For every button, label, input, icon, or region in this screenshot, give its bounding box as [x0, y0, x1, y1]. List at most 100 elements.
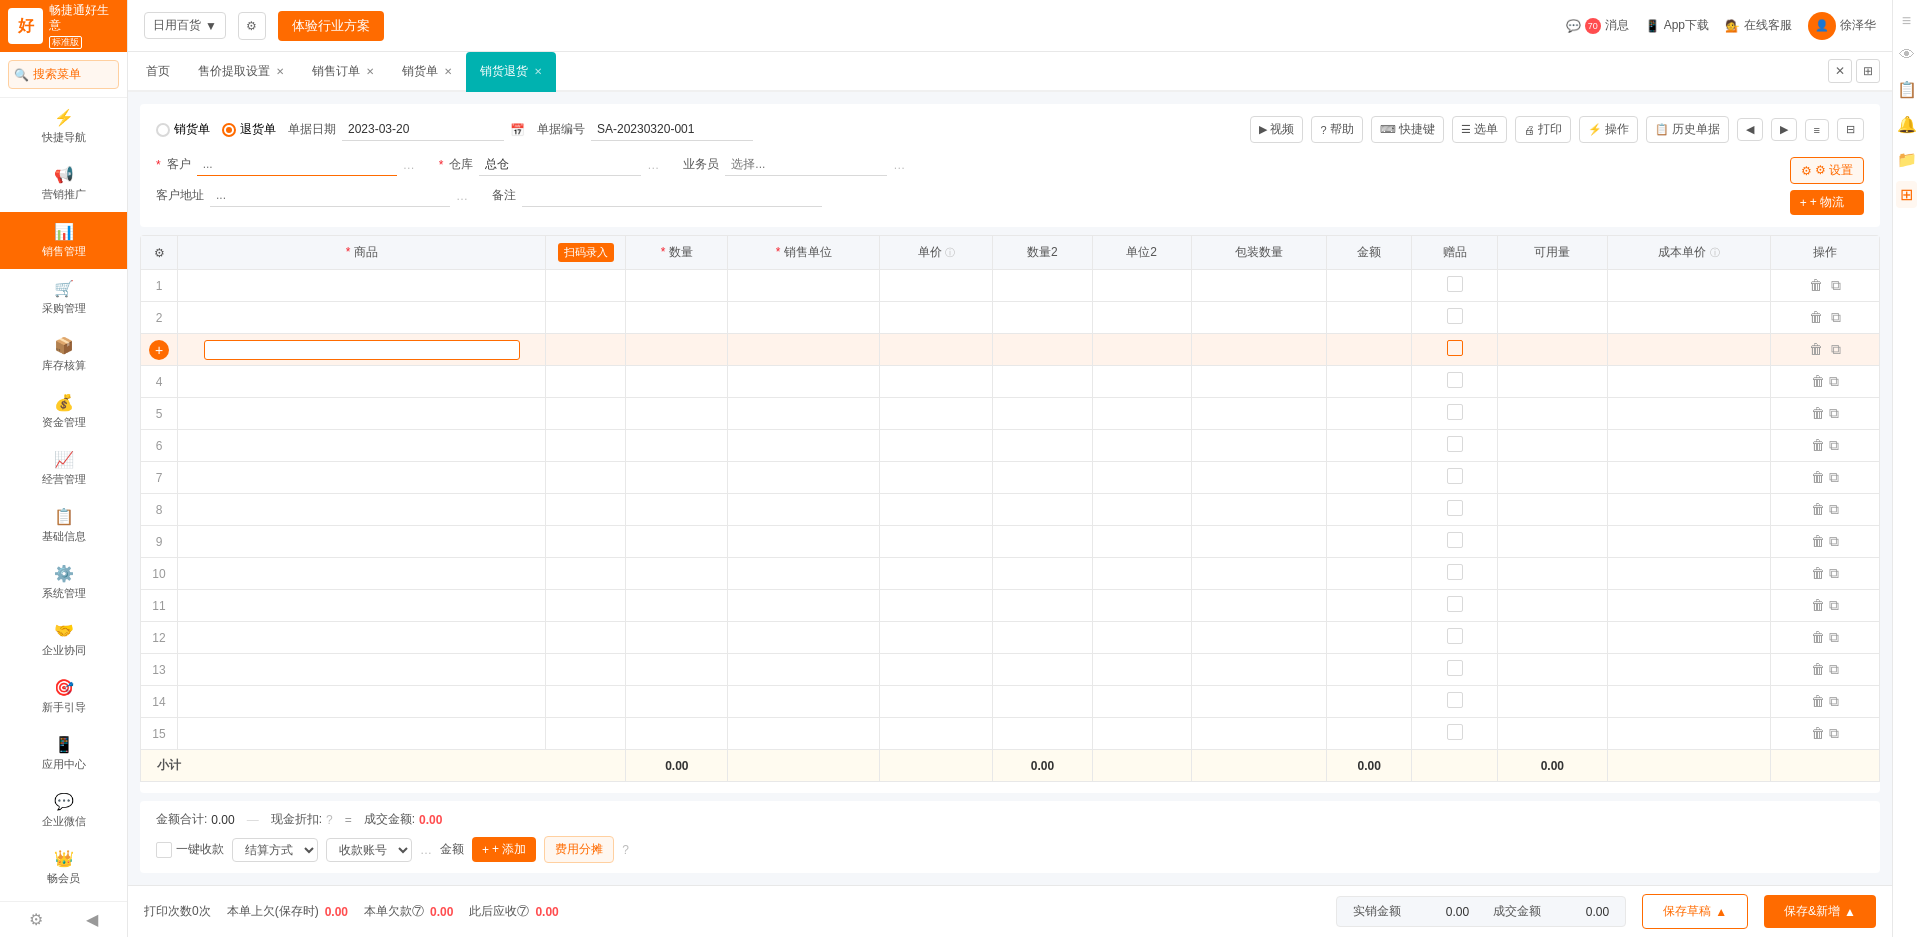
- delete-row-button[interactable]: 🗑: [1807, 339, 1825, 359]
- tab-close-icon[interactable]: ✕: [276, 66, 284, 77]
- tab-close-icon[interactable]: ✕: [444, 66, 452, 77]
- sidebar-item-guide[interactable]: 🎯 新手引导: [0, 668, 127, 725]
- fee-help-icon[interactable]: ?: [622, 843, 629, 857]
- gift-checkbox[interactable]: [1447, 660, 1463, 676]
- sidebar-settings-icon[interactable]: ⚙: [29, 910, 43, 929]
- customer-select-icon[interactable]: …: [403, 158, 415, 172]
- right-icon-3[interactable]: 📋: [1893, 76, 1921, 103]
- logistics-action-button[interactable]: + + 物流: [1790, 190, 1864, 215]
- delete-row-button[interactable]: 🗑: [1807, 307, 1825, 327]
- gift-checkbox[interactable]: [1447, 436, 1463, 452]
- tab-sale-out[interactable]: 销货单 ✕: [388, 52, 466, 92]
- tab-close-icon[interactable]: ✕: [534, 66, 542, 77]
- copy-row-button[interactable]: ⧉: [1827, 467, 1841, 488]
- search-menu-button[interactable]: 🔍 搜索菜单: [8, 60, 119, 89]
- message-button[interactable]: 💬 70 消息: [1566, 17, 1629, 34]
- shortcut-button[interactable]: ⌨ 快捷键: [1371, 116, 1444, 143]
- breadcrumb-dropdown[interactable]: 日用百货 ▼: [144, 12, 226, 39]
- gift-checkbox[interactable]: [1447, 404, 1463, 420]
- radio-return[interactable]: 退货单: [222, 121, 276, 138]
- operate-button[interactable]: ⚡ 操作: [1579, 116, 1638, 143]
- app-download-button[interactable]: 📱 App下载: [1645, 17, 1709, 34]
- fee-split-button[interactable]: 费用分摊: [544, 836, 614, 863]
- save-draft-button[interactable]: 保存草稿 ▲: [1642, 894, 1748, 929]
- col-scan[interactable]: 扫码录入: [546, 236, 626, 270]
- one-key-payment-checkbox[interactable]: 一键收款: [156, 841, 224, 858]
- warehouse-input[interactable]: [479, 153, 641, 176]
- sidebar-item-member[interactable]: 👑 畅会员: [0, 839, 127, 896]
- right-icon-4[interactable]: 🔔: [1893, 111, 1921, 138]
- gift-checkbox[interactable]: [1447, 308, 1463, 324]
- sidebar-item-finance[interactable]: 💰 资金管理: [0, 383, 127, 440]
- tab-layout-button[interactable]: ⊞: [1856, 59, 1880, 83]
- gift-checkbox[interactable]: [1447, 596, 1463, 612]
- code-input[interactable]: [591, 118, 753, 141]
- unit-cell[interactable]: [728, 270, 880, 302]
- gift-checkbox-active[interactable]: [1447, 340, 1463, 356]
- address-select-icon[interactable]: …: [456, 189, 468, 203]
- tab-sale-order[interactable]: 销售订单 ✕: [298, 52, 388, 92]
- scan-input-button[interactable]: 扫码录入: [558, 243, 614, 262]
- col-settings[interactable]: ⚙: [141, 236, 178, 270]
- goods-cell[interactable]: [178, 270, 546, 302]
- sidebar-item-enterprise[interactable]: 🤝 企业协同: [0, 611, 127, 668]
- gift-checkbox[interactable]: [1447, 276, 1463, 292]
- address-input[interactable]: [210, 184, 450, 207]
- gift-checkbox[interactable]: [1447, 468, 1463, 484]
- sidebar-item-wechat[interactable]: 💬 企业微信: [0, 782, 127, 839]
- delete-row-button[interactable]: 🗑: [1809, 627, 1827, 647]
- sidebar-item-basic[interactable]: 📋 基础信息: [0, 497, 127, 554]
- account-select[interactable]: 收款账号: [326, 838, 412, 862]
- customer-input[interactable]: [197, 153, 397, 176]
- delete-row-button[interactable]: 🗑: [1809, 531, 1827, 551]
- print-button[interactable]: 🖨 打印: [1515, 116, 1571, 143]
- delete-row-button[interactable]: 🗑: [1809, 435, 1827, 455]
- gift-checkbox[interactable]: [1447, 532, 1463, 548]
- history-button[interactable]: 📋 历史单据: [1646, 116, 1729, 143]
- sidebar-item-purchase[interactable]: 🛒 采购管理: [0, 269, 127, 326]
- copy-row-button[interactable]: ⧉: [1827, 499, 1841, 520]
- video-button[interactable]: ▶ 视频: [1250, 116, 1303, 143]
- nav-prev-button[interactable]: ◀: [1737, 118, 1763, 141]
- nav-next-button[interactable]: ▶: [1771, 118, 1797, 141]
- sidebar-item-business[interactable]: 📈 经营管理: [0, 440, 127, 497]
- sidebar-item-appstore[interactable]: 📱 应用中心: [0, 725, 127, 782]
- right-icon-1[interactable]: ≡: [1898, 8, 1915, 34]
- calendar-icon[interactable]: 📅: [510, 123, 525, 137]
- view-list-button[interactable]: ≡: [1805, 119, 1829, 141]
- right-icon-2[interactable]: 👁: [1895, 42, 1919, 68]
- sidebar-item-marketing[interactable]: 📢 营销推广: [0, 155, 127, 212]
- gift-checkbox[interactable]: [1447, 372, 1463, 388]
- note-input[interactable]: [522, 184, 822, 207]
- copy-row-button[interactable]: ⧉: [1827, 435, 1841, 456]
- save-new-button[interactable]: 保存&新增 ▲: [1764, 895, 1876, 928]
- sidebar-collapse-icon[interactable]: ◀: [86, 910, 98, 929]
- delete-row-button[interactable]: 🗑: [1807, 275, 1825, 295]
- settings-action-button[interactable]: ⚙ ⚙ 设置: [1790, 157, 1864, 184]
- delete-row-button[interactable]: 🗑: [1809, 595, 1827, 615]
- delete-row-button[interactable]: 🗑: [1809, 403, 1827, 423]
- add-row-bottom-button[interactable]: + + 添加: [472, 837, 536, 862]
- staff-input[interactable]: [725, 153, 887, 176]
- sidebar-item-sales[interactable]: 📊 销售管理: [0, 212, 127, 269]
- copy-row-button[interactable]: ⧉: [1829, 339, 1843, 360]
- right-icon-5[interactable]: 📁: [1893, 146, 1921, 173]
- tab-sale-price[interactable]: 售价提取设置 ✕: [184, 52, 298, 92]
- amount-cell[interactable]: [1327, 270, 1412, 302]
- tab-close-icon[interactable]: ✕: [366, 66, 374, 77]
- copy-row-button[interactable]: ⧉: [1827, 403, 1841, 424]
- date-input[interactable]: [342, 118, 504, 141]
- settlement-select[interactable]: 结算方式: [232, 838, 318, 862]
- pack-qty-cell[interactable]: [1191, 270, 1326, 302]
- sidebar-item-shortcut[interactable]: ⚡ 快捷导航: [0, 98, 127, 155]
- warehouse-select-icon[interactable]: …: [647, 158, 659, 172]
- copy-row-button[interactable]: ⧉: [1827, 723, 1841, 744]
- copy-row-button[interactable]: ⧉: [1827, 595, 1841, 616]
- qty-cell[interactable]: [626, 270, 728, 302]
- copy-row-button[interactable]: ⧉: [1827, 563, 1841, 584]
- delete-row-button[interactable]: 🗑: [1809, 723, 1827, 743]
- gift-checkbox[interactable]: [1447, 724, 1463, 740]
- add-row-button[interactable]: +: [149, 340, 169, 360]
- one-key-checkbox[interactable]: [156, 842, 172, 858]
- header-settings-button[interactable]: ⚙: [238, 12, 266, 40]
